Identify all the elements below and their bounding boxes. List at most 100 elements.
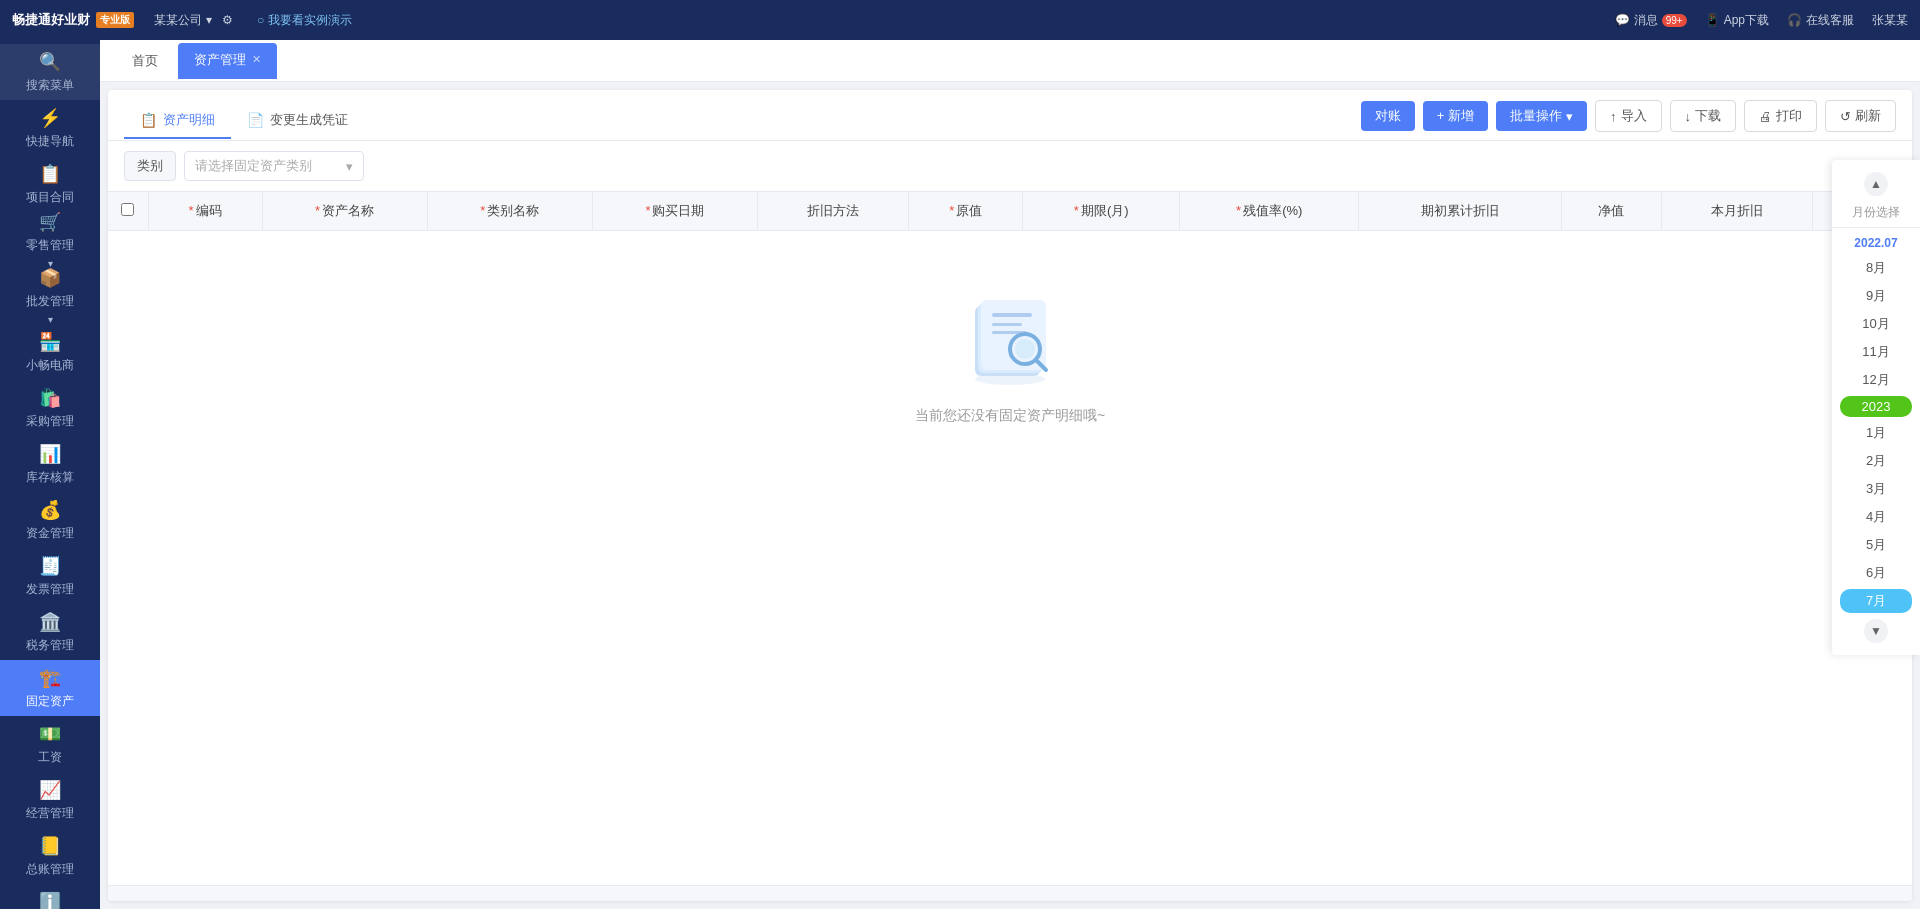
sidebar-item-base-info[interactable]: ℹ️ 基础信息 <box>0 884 100 909</box>
sidebar-item-wholesale[interactable]: 📦 批发管理 ▾ <box>0 268 100 324</box>
sidebar-item-quicknav[interactable]: ⚡ 快捷导航 <box>0 100 100 156</box>
sub-tabs: 📋 资产明细 📄 变更生成凭证 对账 + 新增 批量操作 <box>108 90 1912 141</box>
sidebar-ecommerce-label: 小畅电商 <box>26 357 74 374</box>
batch-ops-label: 批量操作 <box>1510 107 1562 125</box>
month-panel-up-arrow[interactable]: ▲ <box>1832 168 1920 200</box>
month-item-5[interactable]: 5月 <box>1832 531 1920 559</box>
app-name: 畅捷通好业财 <box>12 11 90 29</box>
import-button[interactable]: ↑ 导入 <box>1595 100 1662 132</box>
message-badge: 99+ <box>1662 14 1687 27</box>
online-service-button[interactable]: 🎧 在线客服 <box>1787 12 1854 29</box>
sidebar-item-inventory[interactable]: 📊 库存核算 <box>0 436 100 492</box>
month-item-7[interactable]: 7月 <box>1840 589 1912 613</box>
sidebar-item-ledger[interactable]: 📒 总账管理 <box>0 828 100 884</box>
sidebar-item-tax[interactable]: 🏛️ 税务管理 <box>0 604 100 660</box>
operations-icon: 📈 <box>39 779 61 801</box>
table-header-row: *编码 *资产名称 *类别名称 *购买日期 折旧方法 *原值 *期限(月) *残… <box>108 192 1912 231</box>
add-new-button[interactable]: + 新增 <box>1423 101 1488 131</box>
settings-icon[interactable]: ⚙ <box>222 13 233 27</box>
month-item-11[interactable]: 11月 <box>1832 338 1920 366</box>
import-icon: ↑ <box>1610 109 1617 124</box>
sidebar-item-purchase[interactable]: 🛍️ 采购管理 <box>0 380 100 436</box>
th-original-value: *原值 <box>909 192 1023 231</box>
app-download-label: App下载 <box>1724 12 1769 29</box>
sidebar-item-project[interactable]: 📋 项目合同 <box>0 156 100 212</box>
reconcile-label: 对账 <box>1375 107 1401 125</box>
sidebar-purchase-label: 采购管理 <box>26 413 74 430</box>
company-name: 某某公司 <box>154 12 202 29</box>
month-item-9[interactable]: 9月 <box>1832 282 1920 310</box>
batch-ops-arrow-icon: ▾ <box>1566 109 1573 124</box>
sidebar-invoice-label: 发票管理 <box>26 581 74 598</box>
asset-detail-icon: 📋 <box>140 112 157 128</box>
sidebar-item-fixed-assets[interactable]: 🏗️ 固定资产 <box>0 660 100 716</box>
month-item-12[interactable]: 12月 <box>1832 366 1920 394</box>
tab-home[interactable]: 首页 <box>116 44 174 78</box>
finance-icon: 💰 <box>39 499 61 521</box>
month-item-year-2023[interactable]: 2023 <box>1840 396 1912 417</box>
month-panel-current-year[interactable]: 2022.07 <box>1832 232 1920 254</box>
sidebar-project-label: 项目合同 <box>26 189 74 206</box>
th-purchase-date: *购买日期 <box>592 192 757 231</box>
category-label: 类别 <box>124 151 176 181</box>
download-button[interactable]: ↓ 下载 <box>1670 100 1737 132</box>
sidebar-item-invoice[interactable]: 🧾 发票管理 <box>0 548 100 604</box>
online-service-label: 在线客服 <box>1806 12 1854 29</box>
headset-icon: 🎧 <box>1787 13 1802 27</box>
import-label: 导入 <box>1621 107 1647 125</box>
tab-home-label: 首页 <box>132 52 158 70</box>
refresh-button[interactable]: ↺ 刷新 <box>1825 100 1896 132</box>
app-download-button[interactable]: 📱 App下载 <box>1705 12 1769 29</box>
bottom-scrollbar[interactable] <box>108 885 1912 901</box>
assets-table: *编码 *资产名称 *类别名称 *购买日期 折旧方法 *原值 *期限(月) *残… <box>108 192 1912 231</box>
th-period-months: *期限(月) <box>1023 192 1180 231</box>
demo-link[interactable]: ○ 我要看实例演示 <box>257 12 352 29</box>
month-item-6[interactable]: 6月 <box>1832 559 1920 587</box>
month-down-button[interactable]: ▼ <box>1864 619 1888 643</box>
add-new-label: + 新增 <box>1437 107 1474 125</box>
sidebar-fixed-assets-label: 固定资产 <box>26 693 74 710</box>
month-up-button[interactable]: ▲ <box>1864 172 1888 196</box>
sub-tab-asset-detail[interactable]: 📋 资产明细 <box>124 103 231 139</box>
sidebar-item-salary[interactable]: 💵 工资 <box>0 716 100 772</box>
month-item-2[interactable]: 2月 <box>1832 447 1920 475</box>
tab-close-icon[interactable]: ✕ <box>252 53 261 66</box>
category-placeholder: 请选择固定资产类别 <box>195 157 312 175</box>
month-item-8[interactable]: 8月 <box>1832 254 1920 282</box>
month-panel-title: 月份选择 <box>1832 200 1920 228</box>
month-panel-down-arrow[interactable]: ▼ <box>1832 615 1920 647</box>
sub-tab-change-voucher-label: 变更生成凭证 <box>270 111 348 129</box>
tab-asset-manage-label: 资产管理 <box>194 51 246 69</box>
month-item-4[interactable]: 4月 <box>1832 503 1920 531</box>
batch-ops-button[interactable]: 批量操作 ▾ <box>1496 101 1587 131</box>
sidebar-retail-label: 零售管理 <box>26 237 74 254</box>
print-button[interactable]: 🖨 打印 <box>1744 100 1817 132</box>
select-all-checkbox[interactable] <box>121 203 134 216</box>
download-label: 下载 <box>1695 107 1721 125</box>
tab-asset-manage[interactable]: 资产管理 ✕ <box>178 43 277 79</box>
sidebar-item-finance[interactable]: 💰 资金管理 <box>0 492 100 548</box>
message-button[interactable]: 💬 消息 99+ <box>1615 12 1687 29</box>
reconcile-button[interactable]: 对账 <box>1361 101 1415 131</box>
sidebar-salary-label: 工资 <box>38 749 62 766</box>
message-icon: 💬 <box>1615 13 1630 27</box>
user-menu[interactable]: 张某某 <box>1872 12 1908 29</box>
month-item-1[interactable]: 1月 <box>1832 419 1920 447</box>
th-monthly-depreciation: 本月折旧 <box>1661 192 1812 231</box>
content-area: 首页 资产管理 ✕ 📋 资产明细 📄 变更生成凭证 <box>100 40 1920 909</box>
sidebar-item-operations[interactable]: 📈 经营管理 <box>0 772 100 828</box>
month-item-10[interactable]: 10月 <box>1832 310 1920 338</box>
empty-text: 当前您还没有固定资产明细哦~ <box>915 407 1105 425</box>
wholesale-icon: 📦 <box>39 267 61 289</box>
company-selector[interactable]: 某某公司 ▾ ⚙ <box>154 12 233 29</box>
fixed-assets-icon: 🏗️ <box>39 667 61 689</box>
month-item-3[interactable]: 3月 <box>1832 475 1920 503</box>
sub-tab-change-voucher[interactable]: 📄 变更生成凭证 <box>231 103 364 139</box>
checkbox-header[interactable] <box>108 192 148 231</box>
sidebar-item-retail[interactable]: 🛒 零售管理 ▾ <box>0 212 100 268</box>
category-select[interactable]: 请选择固定资产类别 ▾ <box>184 151 364 181</box>
sidebar-ledger-label: 总账管理 <box>26 861 74 878</box>
company-dropdown-icon: ▾ <box>206 13 212 27</box>
sidebar-item-ecommerce[interactable]: 🏪 小畅电商 <box>0 324 100 380</box>
sidebar-item-search[interactable]: 🔍 搜索菜单 <box>0 44 100 100</box>
